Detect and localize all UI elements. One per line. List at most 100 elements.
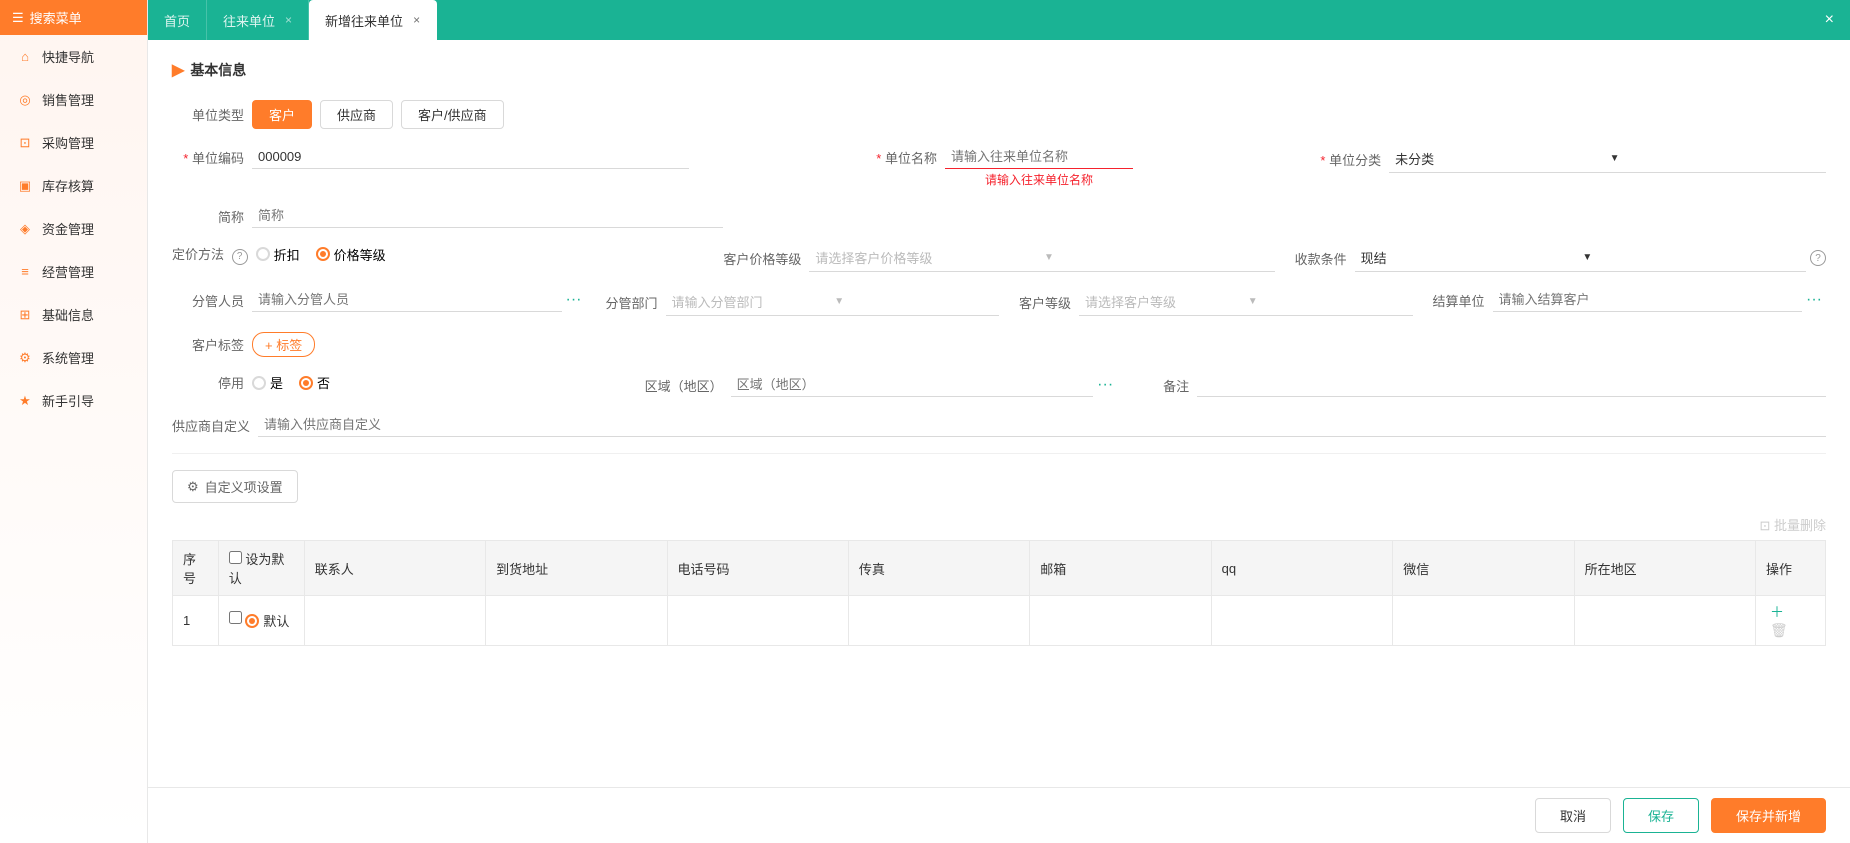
- section-title: ▶ 基本信息: [172, 60, 1826, 80]
- tab-new-partner[interactable]: 新增往来单位 ×: [309, 0, 437, 40]
- payment-terms-help-icon[interactable]: ?: [1810, 250, 1826, 266]
- row-default: 默认: [218, 596, 304, 646]
- search-menu[interactable]: ☰ 搜索菜单: [0, 0, 147, 35]
- row-contact-input[interactable]: [315, 613, 475, 628]
- pricing-help-icon[interactable]: ?: [232, 249, 248, 265]
- customer-price-level-select[interactable]: 请选择客户价格等级 ▼: [809, 244, 1274, 272]
- col-action: 操作: [1755, 541, 1825, 596]
- tab-bar: 首页 往来单位 × 新增往来单位 × ×: [148, 0, 1850, 40]
- customer-level-select[interactable]: 请选择客户等级 ▼: [1079, 288, 1413, 316]
- manager-field: 分管人员 ···: [172, 288, 586, 312]
- save-button[interactable]: 保存: [1623, 798, 1699, 833]
- sidebar-item-finance[interactable]: ◈ 资金管理: [0, 207, 147, 250]
- remark-input[interactable]: [1197, 373, 1826, 397]
- select-all-checkbox[interactable]: [229, 551, 242, 564]
- col-qq: qq: [1211, 541, 1393, 596]
- row-qq: [1211, 596, 1393, 646]
- home-icon: ⌂: [16, 48, 34, 66]
- batch-delete-button[interactable]: ⊡ 批量删除: [172, 515, 1826, 534]
- pricing-discount-radio[interactable]: 折扣: [256, 245, 300, 264]
- col-contact: 联系人: [304, 541, 485, 596]
- row-phone-input[interactable]: [678, 613, 838, 628]
- type-btn-customer[interactable]: 客户: [252, 100, 312, 129]
- row-add-btn[interactable]: ＋: [1770, 604, 1784, 620]
- unit-category-label: * 单位分类: [1309, 150, 1389, 169]
- row-address-input[interactable]: [496, 613, 656, 628]
- sidebar-item-inventory[interactable]: ▣ 库存核算: [0, 164, 147, 207]
- region-more-btn[interactable]: ···: [1093, 376, 1117, 394]
- department-arrow-icon: ▼: [834, 296, 993, 307]
- short-name-row: 简称: [172, 204, 1826, 228]
- row-email: [1030, 596, 1211, 646]
- row-wechat-input[interactable]: [1403, 613, 1563, 628]
- payment-terms-select[interactable]: 现结 ▼: [1355, 244, 1806, 272]
- tab-home[interactable]: 首页: [148, 0, 207, 40]
- global-close-button[interactable]: ×: [1809, 11, 1850, 29]
- unit-name-input[interactable]: [945, 145, 1133, 169]
- settlement-unit-input[interactable]: [1493, 288, 1803, 312]
- add-tag-button[interactable]: + 标签: [252, 332, 315, 357]
- sidebar-item-purchase[interactable]: ⊡ 采购管理: [0, 121, 147, 164]
- region-field: 区域（地区） ···: [645, 373, 1118, 397]
- pricing-level-radio[interactable]: 价格等级: [316, 245, 386, 264]
- remark-field: 备注: [1117, 373, 1826, 397]
- disabled-region-row: 停用 是 否 区域（地区） ···: [172, 373, 1826, 397]
- row-qq-input[interactable]: [1222, 613, 1383, 628]
- col-fax: 传真: [848, 541, 1029, 596]
- payment-terms-label: 收款条件: [1275, 249, 1355, 268]
- row-region: [1574, 596, 1755, 646]
- sidebar-item-operations[interactable]: ≡ 经营管理: [0, 250, 147, 293]
- row-fax: [848, 596, 1029, 646]
- contacts-table: 序号 设为默认 联系人 到货地址 电话号码 传真 邮箱 qq 微信 所在地区 操…: [172, 540, 1826, 646]
- region-input[interactable]: [731, 373, 1094, 397]
- unit-code-input[interactable]: [252, 145, 689, 169]
- gear-icon: ⚙: [16, 349, 34, 367]
- tab-new-partner-close[interactable]: ×: [413, 13, 420, 27]
- settlement-unit-more-btn[interactable]: ···: [1802, 291, 1826, 309]
- sidebar-item-system[interactable]: ⚙ 系统管理: [0, 336, 147, 379]
- type-btn-both[interactable]: 客户/供应商: [401, 100, 504, 129]
- unit-category-select[interactable]: 未分类 ▼: [1389, 145, 1826, 173]
- pricing-method-field: 定价方法 ? 折扣 价格等级: [172, 244, 723, 265]
- manager-more-btn[interactable]: ···: [562, 291, 586, 309]
- manager-input[interactable]: [252, 288, 562, 312]
- tab-partners[interactable]: 往来单位 ×: [207, 0, 309, 40]
- unit-name-error: 请输入往来单位名称: [985, 171, 1093, 188]
- customer-price-level-label: 客户价格等级: [723, 249, 809, 268]
- sidebar-item-basic[interactable]: ⊞ 基础信息: [0, 293, 147, 336]
- type-btn-supplier[interactable]: 供应商: [320, 100, 393, 129]
- search-icon: ☰: [12, 10, 24, 26]
- sidebar-item-sales[interactable]: ◎ 销售管理: [0, 78, 147, 121]
- pricing-discount-circle: [256, 247, 270, 261]
- disabled-no-radio[interactable]: 否: [299, 373, 330, 392]
- sidebar-item-quick-nav[interactable]: ⌂ 快捷导航: [0, 35, 147, 78]
- row-fax-input[interactable]: [859, 613, 1019, 628]
- row-checkbox[interactable]: [229, 611, 242, 624]
- disabled-yes-radio[interactable]: 是: [252, 373, 283, 392]
- department-select[interactable]: 请输入分管部门 ▼: [666, 288, 1000, 316]
- col-email: 邮箱: [1030, 541, 1211, 596]
- short-name-input[interactable]: [252, 204, 723, 228]
- settlement-unit-label: 结算单位: [1413, 291, 1493, 310]
- disabled-field: 停用 是 否: [172, 373, 645, 392]
- custom-settings-button[interactable]: ⚙ 自定义项设置: [172, 470, 298, 503]
- save-new-button[interactable]: 保存并新增: [1711, 798, 1826, 833]
- row-email-input[interactable]: [1040, 613, 1200, 628]
- supplier-custom-label: 供应商自定义: [172, 416, 258, 435]
- unit-type-field: 单位类型 客户 供应商 客户/供应商: [172, 100, 1826, 129]
- remark-label: 备注: [1117, 376, 1197, 395]
- sidebar-item-guide[interactable]: ★ 新手引导: [0, 379, 147, 422]
- batch-delete-icon: ⊡: [1759, 518, 1770, 533]
- col-phone: 电话号码: [667, 541, 848, 596]
- col-default: 设为默认: [218, 541, 304, 596]
- pricing-method-label: 定价方法 ?: [172, 244, 256, 265]
- row-default-radio[interactable]: 默认: [245, 611, 289, 630]
- col-region: 所在地区: [1574, 541, 1755, 596]
- tab-partners-close[interactable]: ×: [285, 13, 292, 27]
- cancel-button[interactable]: 取消: [1535, 798, 1611, 833]
- customer-level-field: 客户等级 请选择客户等级 ▼: [999, 288, 1413, 316]
- row-delete-btn[interactable]: 🗑: [1770, 622, 1788, 638]
- row-region-input[interactable]: [1585, 613, 1745, 628]
- supplier-custom-input[interactable]: [258, 413, 1826, 437]
- row-action: ＋ 🗑: [1755, 596, 1825, 646]
